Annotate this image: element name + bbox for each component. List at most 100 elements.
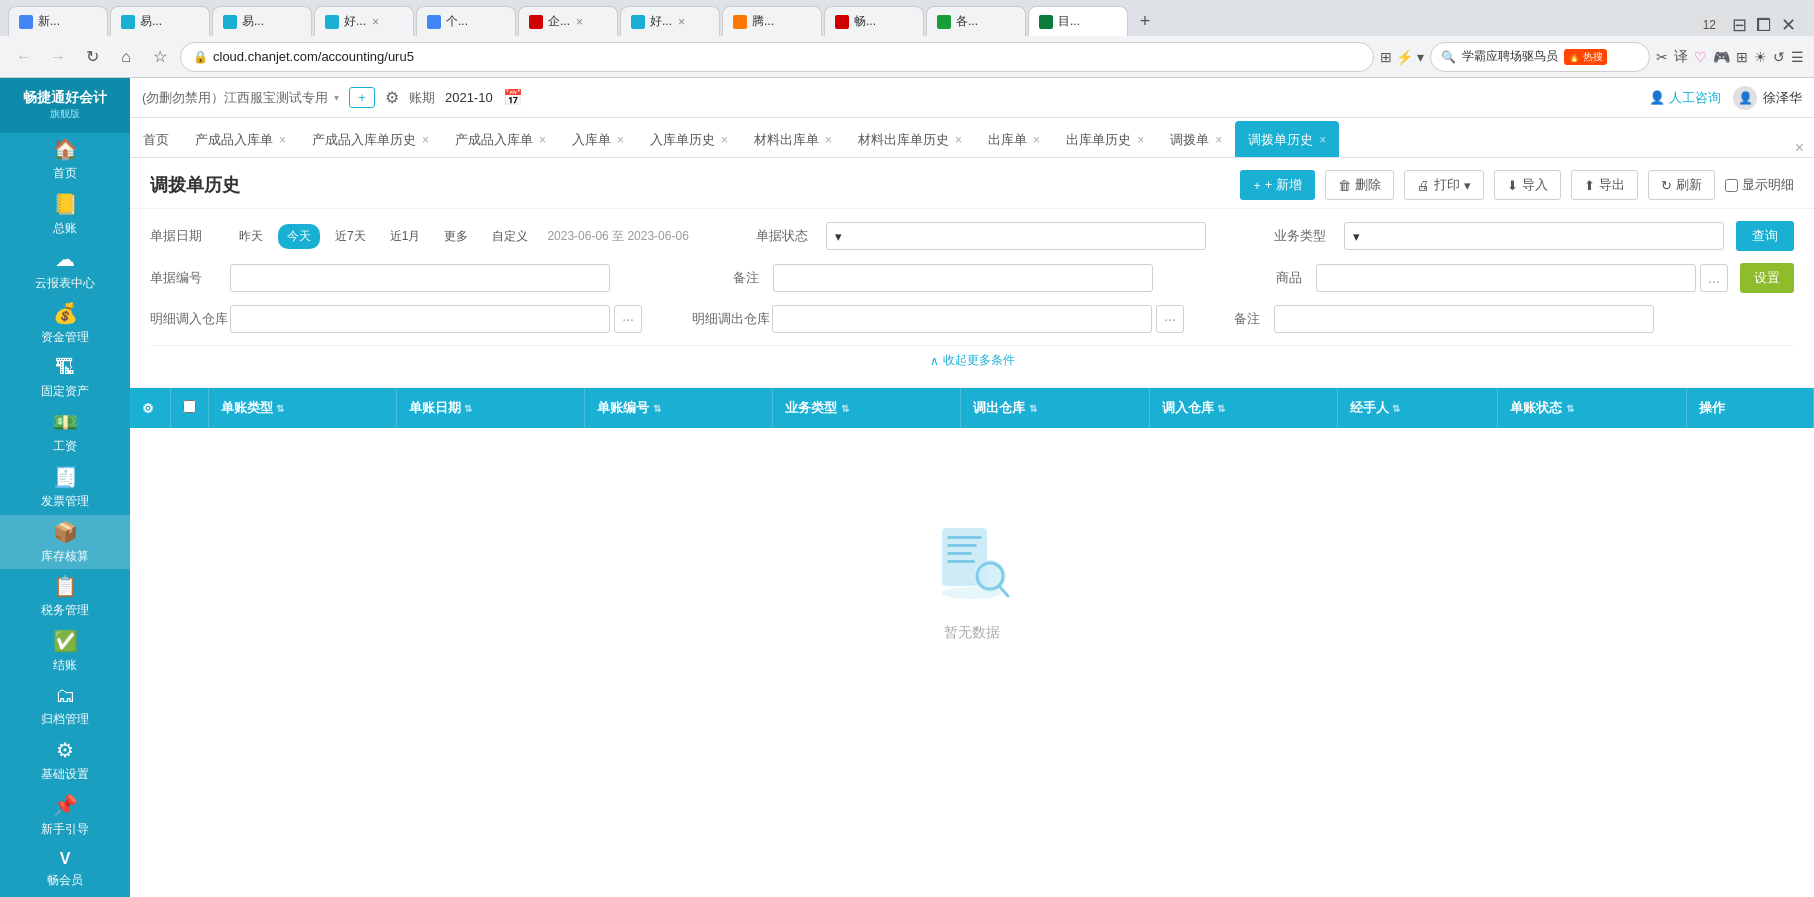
service-button[interactable]: 👤 人工咨询 xyxy=(1649,89,1721,107)
nav-tab-11-close[interactable]: × xyxy=(1319,133,1326,147)
th-doc-type[interactable]: 单账类型 ⇅ xyxy=(208,388,396,428)
th-settings[interactable]: ⚙ xyxy=(130,388,170,428)
gift-icon[interactable]: ♡ xyxy=(1694,49,1707,65)
grid-icon[interactable]: ⊞ xyxy=(1380,49,1392,65)
new-button[interactable]: + + 新增 xyxy=(1240,170,1315,200)
browser-tab-8[interactable]: 腾... xyxy=(722,6,822,36)
sidebar-item-invoice[interactable]: 🧾 发票管理 xyxy=(0,460,130,515)
doc-number-input[interactable] xyxy=(230,264,610,292)
browser-tab-3[interactable]: 易... xyxy=(212,6,312,36)
restore-icon[interactable]: ⧠ xyxy=(1755,15,1773,36)
date-btn-1month[interactable]: 近1月 xyxy=(381,224,430,249)
nav-tab-5[interactable]: 入库单历史 × xyxy=(637,121,741,157)
import-button[interactable]: ⬇ 导入 xyxy=(1494,170,1561,200)
th-checkbox[interactable] xyxy=(170,388,208,428)
date-btn-more[interactable]: 更多 xyxy=(435,224,477,249)
browser-tab-9[interactable]: 畅... xyxy=(824,6,924,36)
in-warehouse-ellipsis-button[interactable]: ··· xyxy=(614,305,642,333)
sidebar-item-cloud-report[interactable]: ☁ 云报表中心 xyxy=(0,242,130,297)
select-all-checkbox[interactable] xyxy=(183,400,196,413)
remark-input[interactable] xyxy=(773,264,1153,292)
nav-tab-5-close[interactable]: × xyxy=(721,133,728,147)
sidebar-item-settings[interactable]: ⚙ 基础设置 xyxy=(0,733,130,788)
out-warehouse-ellipsis-button[interactable]: ··· xyxy=(1156,305,1184,333)
scissors-icon[interactable]: ✂ xyxy=(1656,49,1668,65)
nav-tab-11[interactable]: 调拨单历史 × xyxy=(1235,121,1339,157)
sidebar-item-tax[interactable]: 📋 税务管理 xyxy=(0,569,130,624)
tab-close-4[interactable]: × xyxy=(372,15,379,29)
query-button[interactable]: 查询 xyxy=(1736,221,1794,251)
game-icon[interactable]: 🎮 xyxy=(1713,49,1730,65)
nav-tab-home[interactable]: 首页 xyxy=(130,121,182,157)
th-business-type[interactable]: 业务类型 ⇅ xyxy=(773,388,961,428)
show-detail-toggle[interactable]: 显示明细 xyxy=(1725,176,1794,194)
sidebar-item-home[interactable]: 🏠 首页 xyxy=(0,133,130,188)
window-icon[interactable]: ⊟ xyxy=(1732,14,1747,36)
th-doc-number[interactable]: 单账编号 ⇅ xyxy=(584,388,772,428)
url-bar[interactable]: 🔒 cloud.chanjet.com/accounting/uru5 xyxy=(180,42,1374,72)
show-detail-checkbox[interactable] xyxy=(1725,179,1738,192)
tab-close-6[interactable]: × xyxy=(576,15,583,29)
settings-button[interactable]: 设置 xyxy=(1740,263,1794,293)
nav-tab-1[interactable]: 产成品入库单 × xyxy=(182,121,299,157)
browser-search-bar[interactable]: 🔍 学霸应聘场驱鸟员 🔥 热搜 xyxy=(1430,42,1650,72)
menu-icon[interactable]: ☰ xyxy=(1791,49,1804,65)
lightning-icon[interactable]: ⚡ xyxy=(1396,49,1413,65)
business-type-select[interactable]: ▾ xyxy=(1344,222,1724,250)
sidebar-item-payroll[interactable]: 💵 工资 xyxy=(0,406,130,461)
delete-button[interactable]: 🗑 删除 xyxy=(1325,170,1394,200)
th-status[interactable]: 单账状态 ⇅ xyxy=(1498,388,1686,428)
browser-tab-11[interactable]: 目... xyxy=(1028,6,1128,36)
nav-tab-2[interactable]: 产成品入库单历史 × xyxy=(299,121,442,157)
grid2-icon[interactable]: ⊞ xyxy=(1736,49,1748,65)
browser-tab-1[interactable]: 新... xyxy=(8,6,108,36)
th-doc-date[interactable]: 单账日期 ⇅ xyxy=(396,388,584,428)
date-btn-7days[interactable]: 近7天 xyxy=(326,224,375,249)
th-in-warehouse[interactable]: 调入仓库 ⇅ xyxy=(1149,388,1337,428)
add-company-button[interactable]: + xyxy=(349,87,375,108)
date-btn-yesterday[interactable]: 昨天 xyxy=(230,224,272,249)
forward-button[interactable]: → xyxy=(44,43,72,71)
goods-ellipsis-button[interactable]: ... xyxy=(1700,264,1728,292)
browser-tab-4[interactable]: 好... × xyxy=(314,6,414,36)
out-warehouse-input[interactable] xyxy=(772,305,1152,333)
nav-tabs-close-button[interactable]: × xyxy=(1795,139,1814,157)
in-warehouse-input[interactable] xyxy=(230,305,610,333)
sidebar-item-close[interactable]: ✅ 结账 xyxy=(0,624,130,679)
tab-close-7[interactable]: × xyxy=(678,15,685,29)
nav-tab-6-close[interactable]: × xyxy=(825,133,832,147)
goods-input[interactable] xyxy=(1316,264,1696,292)
nav-tab-3-close[interactable]: × xyxy=(539,133,546,147)
collapse-bar[interactable]: ∧ 收起更多条件 xyxy=(150,345,1794,375)
new-tab-button[interactable]: + xyxy=(1130,6,1160,36)
browser-tab-6[interactable]: 企... × xyxy=(518,6,618,36)
nav-tab-4-close[interactable]: × xyxy=(617,133,624,147)
sidebar-item-fund[interactable]: 💰 资金管理 xyxy=(0,296,130,351)
status-filter-select[interactable]: ▾ xyxy=(826,222,1206,250)
refresh-button[interactable]: ↻ 刷新 xyxy=(1648,170,1715,200)
sidebar-logo[interactable]: 畅捷通好会计 旗舰版 xyxy=(0,78,130,133)
undo-icon[interactable]: ↺ xyxy=(1773,49,1785,65)
date-btn-today[interactable]: 今天 xyxy=(278,224,320,249)
export-button[interactable]: ⬆ 导出 xyxy=(1571,170,1638,200)
nav-tab-3[interactable]: 产成品入库单 × xyxy=(442,121,559,157)
reload-button[interactable]: ↻ xyxy=(78,43,106,71)
th-out-warehouse[interactable]: 调出仓库 ⇅ xyxy=(961,388,1149,428)
back-button[interactable]: ← xyxy=(10,43,38,71)
browser-tab-10[interactable]: 各... xyxy=(926,6,1026,36)
sun-icon[interactable]: ☀ xyxy=(1754,49,1767,65)
chevron-down-icon[interactable]: ▾ xyxy=(1417,49,1424,65)
browser-tab-5[interactable]: 个... xyxy=(416,6,516,36)
remark2-input[interactable] xyxy=(1274,305,1654,333)
nav-tab-4[interactable]: 入库单 × xyxy=(559,121,637,157)
sidebar-item-general-ledger[interactable]: 📒 总账 xyxy=(0,187,130,242)
nav-tab-10[interactable]: 调拨单 × xyxy=(1157,121,1235,157)
th-handler[interactable]: 经手人 ⇅ xyxy=(1337,388,1498,428)
browser-tab-2[interactable]: 易... xyxy=(110,6,210,36)
user-info[interactable]: 👤 徐泽华 xyxy=(1733,86,1802,110)
sidebar-item-member[interactable]: V 畅会员 xyxy=(0,842,130,897)
home-button[interactable]: ⌂ xyxy=(112,43,140,71)
nav-tab-8-close[interactable]: × xyxy=(1033,133,1040,147)
company-selector[interactable]: (勿删勿禁用）江西服宝测试专用 ▾ xyxy=(142,89,339,107)
sidebar-item-archive[interactable]: 🗂 归档管理 xyxy=(0,679,130,734)
